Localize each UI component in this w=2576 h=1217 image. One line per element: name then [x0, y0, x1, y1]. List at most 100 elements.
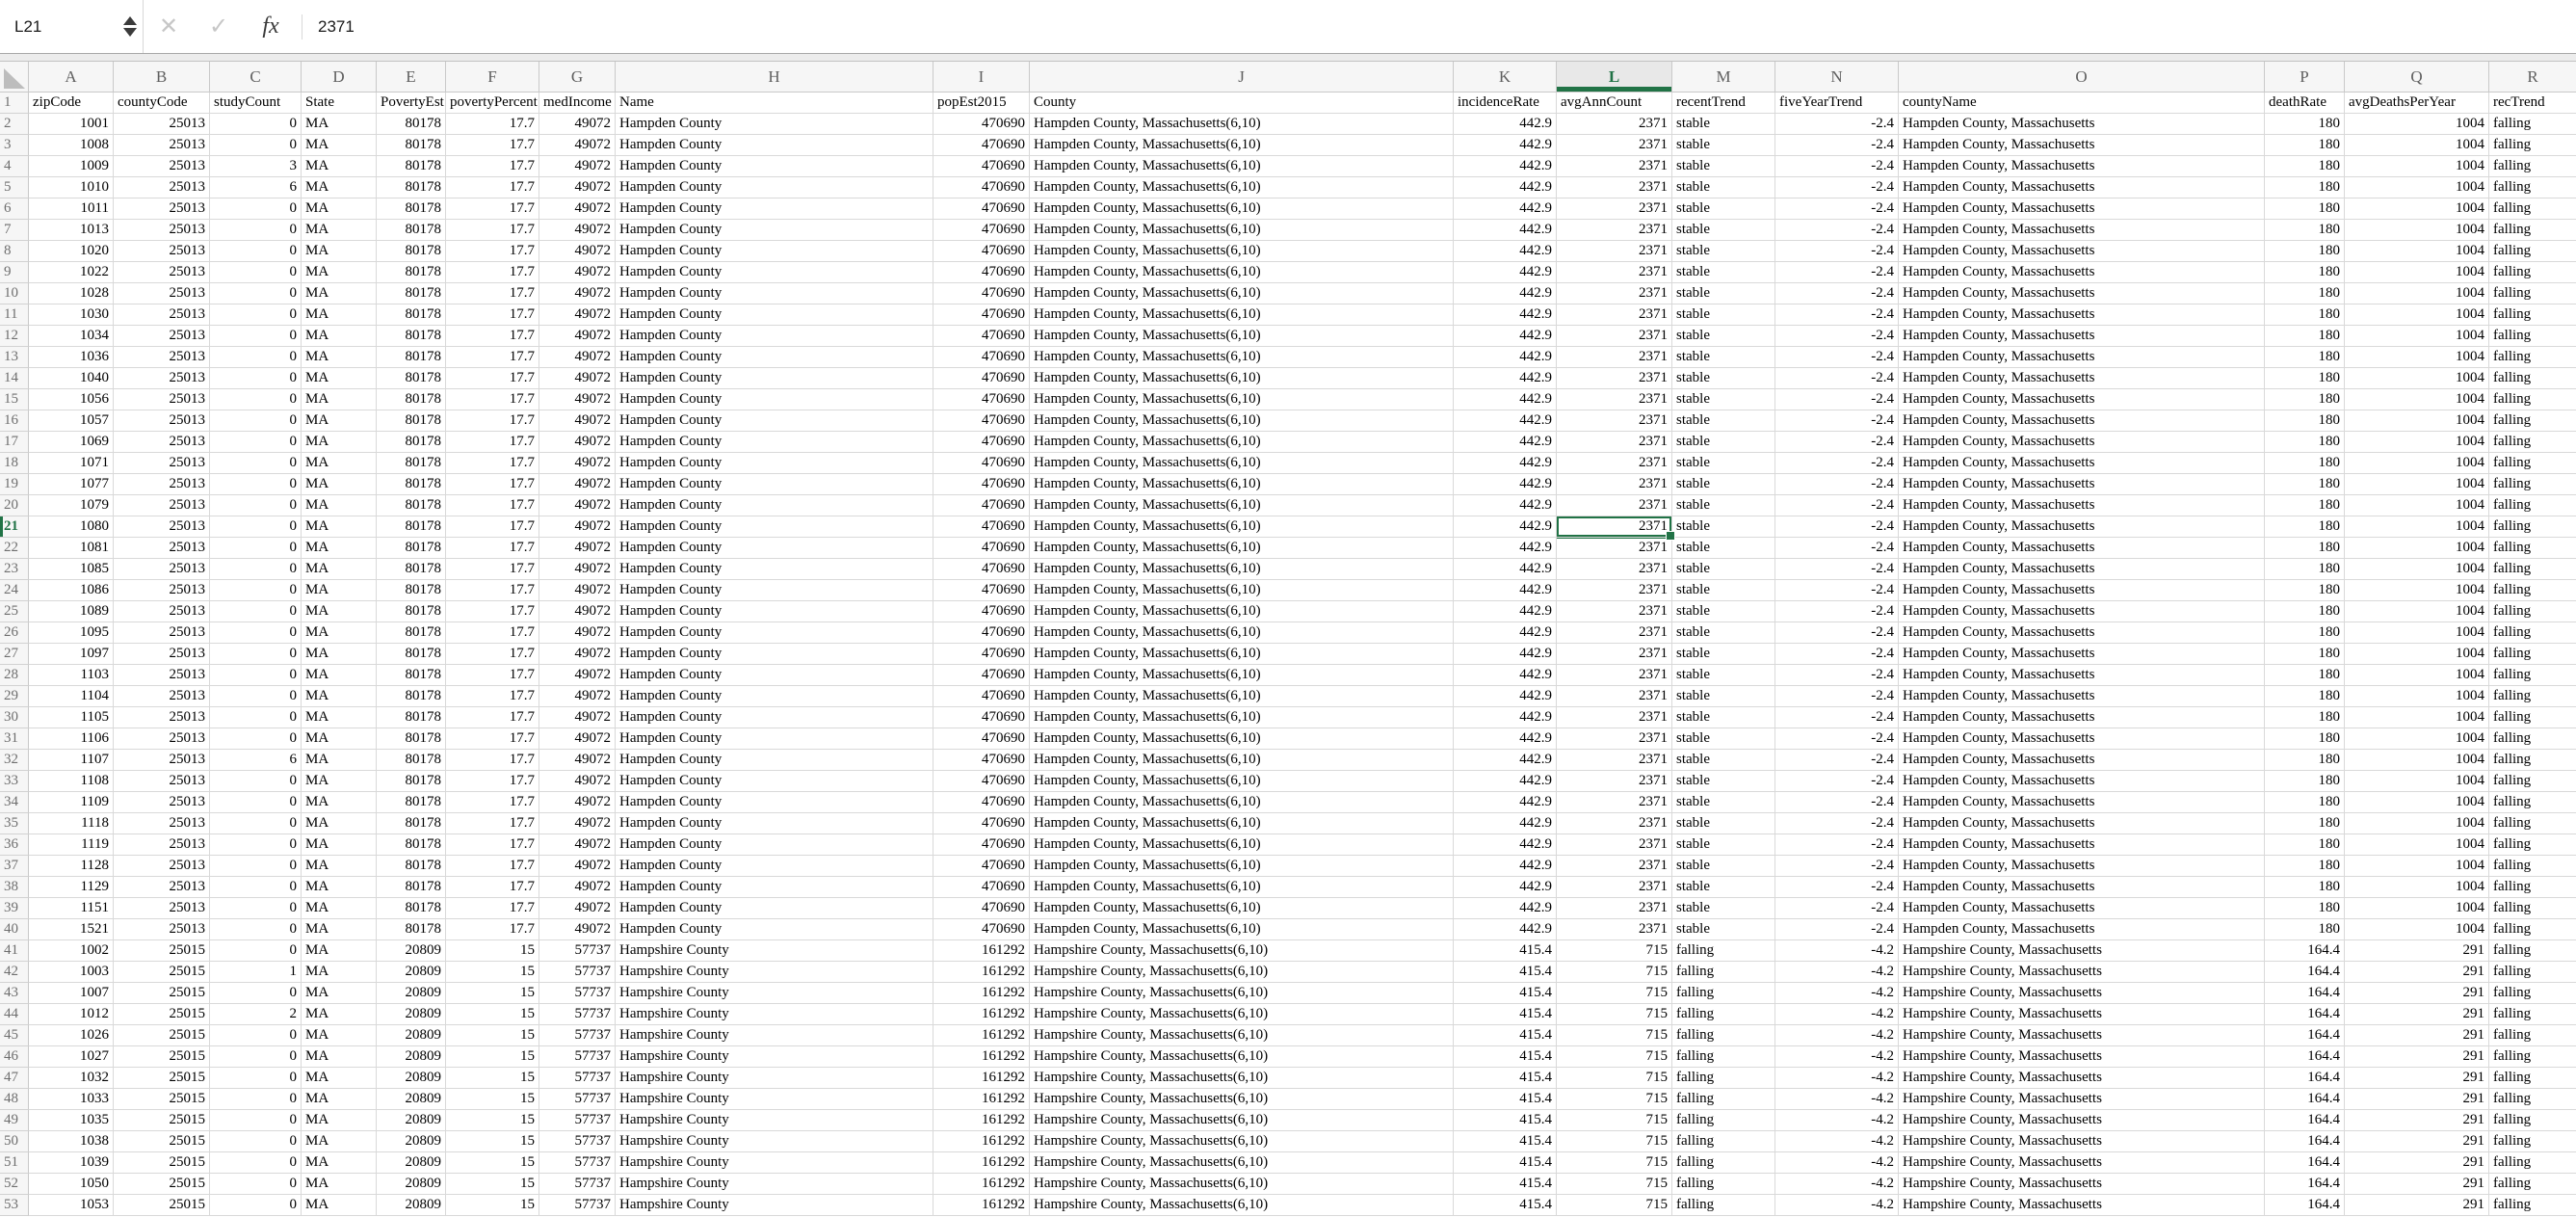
cell-H9[interactable]: Hampden County — [616, 262, 933, 283]
cell-H16[interactable]: Hampden County — [616, 410, 933, 432]
cell-O33[interactable]: Hampden County, Massachusetts — [1899, 771, 2265, 792]
cell-D14[interactable]: MA — [302, 368, 377, 389]
cell-C22[interactable]: 0 — [210, 538, 302, 559]
cell-B12[interactable]: 25013 — [114, 326, 210, 347]
cell-A38[interactable]: 1129 — [29, 877, 114, 898]
col-header-Q[interactable]: Q — [2345, 62, 2489, 93]
cell-A43[interactable]: 1007 — [29, 983, 114, 1004]
cell-O43[interactable]: Hampshire County, Massachusetts — [1899, 983, 2265, 1004]
cell-R52[interactable]: falling — [2489, 1174, 2576, 1195]
cell-O34[interactable]: Hampden County, Massachusetts — [1899, 792, 2265, 813]
cell-N39[interactable]: -2.4 — [1775, 898, 1899, 919]
cell-J3[interactable]: Hampden County, Massachusetts(6,10) — [1030, 135, 1454, 156]
cell-J35[interactable]: Hampden County, Massachusetts(6,10) — [1030, 813, 1454, 834]
cell-L31[interactable]: 2371 — [1557, 728, 1672, 750]
cell-O21[interactable]: Hampden County, Massachusetts — [1899, 516, 2265, 538]
cell-F8[interactable]: 17.7 — [446, 241, 539, 262]
cell-O25[interactable]: Hampden County, Massachusetts — [1899, 601, 2265, 622]
cell-O2[interactable]: Hampden County, Massachusetts — [1899, 114, 2265, 135]
cell-A47[interactable]: 1032 — [29, 1068, 114, 1089]
cell-Q26[interactable]: 1004 — [2345, 622, 2489, 644]
cell-H52[interactable]: Hampshire County — [616, 1174, 933, 1195]
cell-H15[interactable]: Hampden County — [616, 389, 933, 410]
cell-C32[interactable]: 6 — [210, 750, 302, 771]
cell-K3[interactable]: 442.9 — [1454, 135, 1557, 156]
cell-J29[interactable]: Hampden County, Massachusetts(6,10) — [1030, 686, 1454, 707]
cell-N7[interactable]: -2.4 — [1775, 220, 1899, 241]
cell-C20[interactable]: 0 — [210, 495, 302, 516]
cell-E34[interactable]: 80178 — [377, 792, 446, 813]
cell-M40[interactable]: stable — [1672, 919, 1775, 940]
cell-E2[interactable]: 80178 — [377, 114, 446, 135]
cell-E16[interactable]: 80178 — [377, 410, 446, 432]
stepper-down-icon[interactable] — [123, 28, 137, 37]
cell-I27[interactable]: 470690 — [933, 644, 1030, 665]
cell-G25[interactable]: 49072 — [539, 601, 616, 622]
cell-B1[interactable]: countyCode — [114, 93, 210, 114]
cell-N28[interactable]: -2.4 — [1775, 665, 1899, 686]
cell-M17[interactable]: stable — [1672, 432, 1775, 453]
row-header-7[interactable]: 7 — [0, 220, 29, 241]
cell-M27[interactable]: stable — [1672, 644, 1775, 665]
cell-D49[interactable]: MA — [302, 1110, 377, 1131]
cell-B30[interactable]: 25013 — [114, 707, 210, 728]
cell-A51[interactable]: 1039 — [29, 1152, 114, 1174]
cell-B15[interactable]: 25013 — [114, 389, 210, 410]
cell-N53[interactable]: -4.2 — [1775, 1195, 1899, 1216]
cell-N51[interactable]: -4.2 — [1775, 1152, 1899, 1174]
cell-C11[interactable]: 0 — [210, 304, 302, 326]
cell-E5[interactable]: 80178 — [377, 177, 446, 198]
cell-C10[interactable]: 0 — [210, 283, 302, 304]
cell-Q10[interactable]: 1004 — [2345, 283, 2489, 304]
col-header-F[interactable]: F — [446, 62, 539, 93]
row-header-33[interactable]: 33 — [0, 771, 29, 792]
cell-A7[interactable]: 1013 — [29, 220, 114, 241]
cell-K31[interactable]: 442.9 — [1454, 728, 1557, 750]
cell-D4[interactable]: MA — [302, 156, 377, 177]
cell-N42[interactable]: -4.2 — [1775, 962, 1899, 983]
cell-E27[interactable]: 80178 — [377, 644, 446, 665]
cell-J40[interactable]: Hampden County, Massachusetts(6,10) — [1030, 919, 1454, 940]
cell-D26[interactable]: MA — [302, 622, 377, 644]
cell-C51[interactable]: 0 — [210, 1152, 302, 1174]
cell-C26[interactable]: 0 — [210, 622, 302, 644]
cell-C6[interactable]: 0 — [210, 198, 302, 220]
cell-J39[interactable]: Hampden County, Massachusetts(6,10) — [1030, 898, 1454, 919]
cell-D2[interactable]: MA — [302, 114, 377, 135]
col-header-D[interactable]: D — [302, 62, 377, 93]
cell-D7[interactable]: MA — [302, 220, 377, 241]
cell-L19[interactable]: 2371 — [1557, 474, 1672, 495]
cell-M13[interactable]: stable — [1672, 347, 1775, 368]
cell-D11[interactable]: MA — [302, 304, 377, 326]
row-header-23[interactable]: 23 — [0, 559, 29, 580]
cell-O27[interactable]: Hampden County, Massachusetts — [1899, 644, 2265, 665]
cell-Q12[interactable]: 1004 — [2345, 326, 2489, 347]
cell-Q19[interactable]: 1004 — [2345, 474, 2489, 495]
cell-H31[interactable]: Hampden County — [616, 728, 933, 750]
cell-K32[interactable]: 442.9 — [1454, 750, 1557, 771]
cell-I28[interactable]: 470690 — [933, 665, 1030, 686]
cell-H48[interactable]: Hampshire County — [616, 1089, 933, 1110]
row-header-1[interactable]: 1 — [0, 93, 29, 114]
row-header-22[interactable]: 22 — [0, 538, 29, 559]
cell-J31[interactable]: Hampden County, Massachusetts(6,10) — [1030, 728, 1454, 750]
cell-R6[interactable]: falling — [2489, 198, 2576, 220]
cell-F32[interactable]: 17.7 — [446, 750, 539, 771]
cell-D1[interactable]: State — [302, 93, 377, 114]
cell-H17[interactable]: Hampden County — [616, 432, 933, 453]
cell-A5[interactable]: 1010 — [29, 177, 114, 198]
cell-B47[interactable]: 25015 — [114, 1068, 210, 1089]
cell-D33[interactable]: MA — [302, 771, 377, 792]
cell-B3[interactable]: 25013 — [114, 135, 210, 156]
cell-D37[interactable]: MA — [302, 856, 377, 877]
cell-J23[interactable]: Hampden County, Massachusetts(6,10) — [1030, 559, 1454, 580]
cell-Q47[interactable]: 291 — [2345, 1068, 2489, 1089]
cell-J13[interactable]: Hampden County, Massachusetts(6,10) — [1030, 347, 1454, 368]
cell-Q44[interactable]: 291 — [2345, 1004, 2489, 1025]
cell-G35[interactable]: 49072 — [539, 813, 616, 834]
cell-K33[interactable]: 442.9 — [1454, 771, 1557, 792]
cell-F17[interactable]: 17.7 — [446, 432, 539, 453]
cell-G10[interactable]: 49072 — [539, 283, 616, 304]
cell-Q24[interactable]: 1004 — [2345, 580, 2489, 601]
cell-N52[interactable]: -4.2 — [1775, 1174, 1899, 1195]
